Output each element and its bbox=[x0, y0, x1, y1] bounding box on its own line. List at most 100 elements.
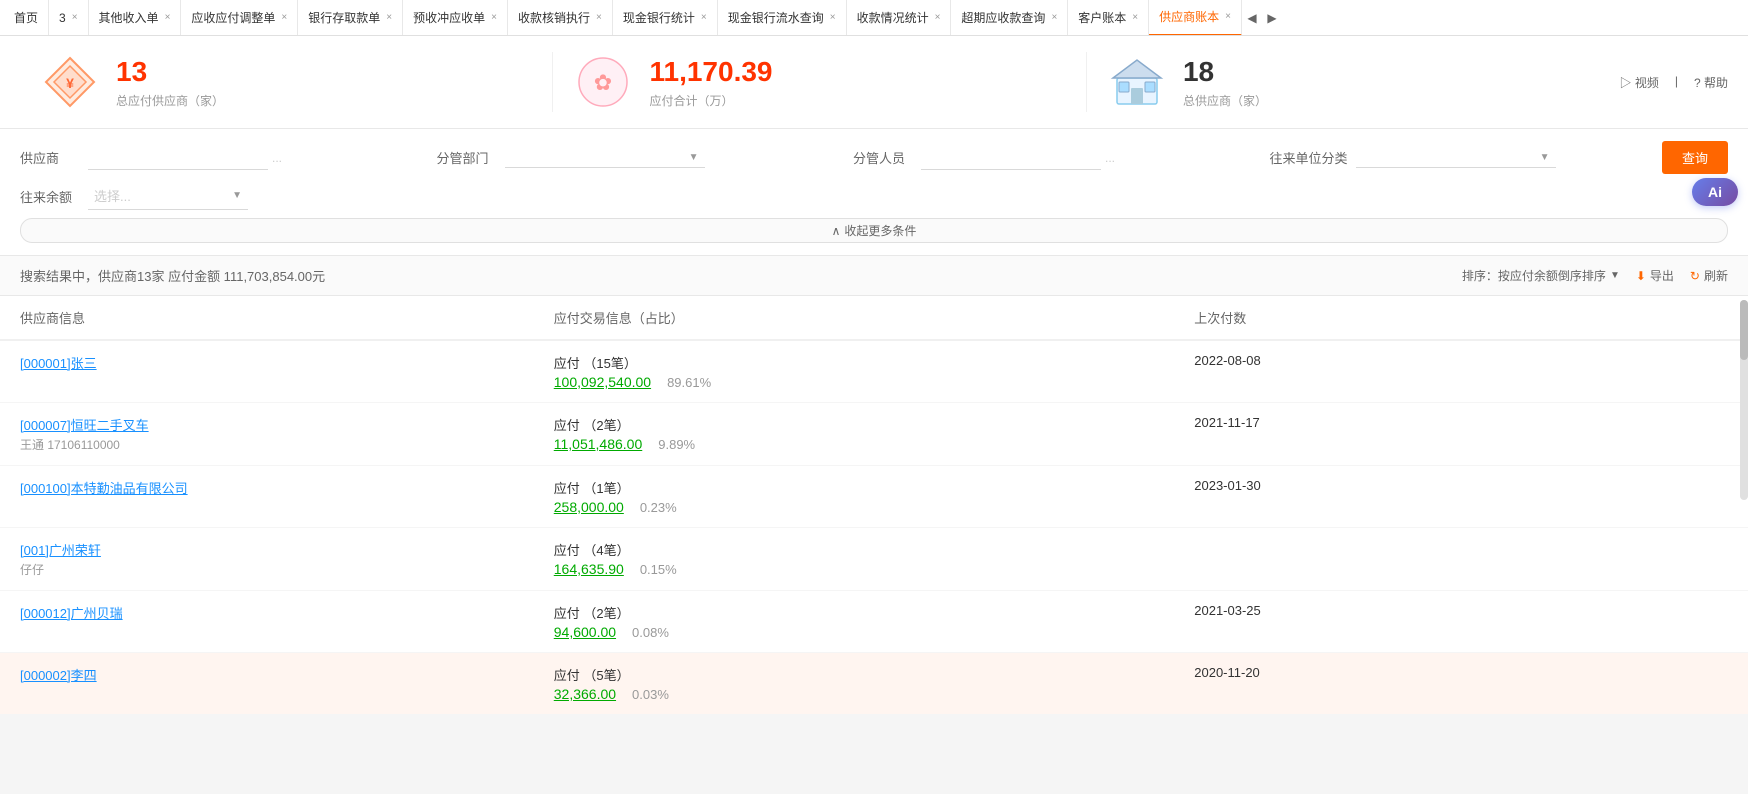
nav-tab-payable-adjust[interactable]: 应收应付调整单 × bbox=[181, 0, 298, 36]
nav-tab-other-income[interactable]: 其他收入单 × bbox=[89, 0, 182, 36]
table-row: [000007]恒旺二手叉车 王通 17106110000 应付 （2笔） 11… bbox=[0, 403, 1748, 466]
tx-amount-5[interactable]: 94,600.00 bbox=[554, 624, 616, 640]
supplier-link-1[interactable]: [000001]张三 bbox=[20, 356, 97, 371]
tx-amount-3[interactable]: 258,000.00 bbox=[554, 499, 624, 515]
supplier-link-3[interactable]: [000100]本特勤油品有限公司 bbox=[20, 481, 188, 496]
help-icon: ? bbox=[1694, 76, 1701, 90]
help-link[interactable]: ? 帮助 bbox=[1694, 74, 1728, 91]
filter-person: 分管人员 ... bbox=[853, 146, 1230, 170]
person-dots[interactable]: ... bbox=[1101, 147, 1119, 169]
collapse-button[interactable]: ∧ 收起更多条件 bbox=[20, 218, 1728, 243]
sort-button[interactable]: 排序：按应付余额倒序排序 ▼ bbox=[1462, 267, 1620, 284]
supplier-link-5[interactable]: [000012]广州贝瑞 bbox=[20, 606, 123, 621]
filter-balance: 往来余额 选择... ▼ bbox=[20, 182, 1728, 210]
supplier-link-2[interactable]: [000007]恒旺二手叉车 bbox=[20, 418, 149, 433]
close-tab-collection-stat[interactable]: × bbox=[935, 12, 941, 23]
supplier-dots[interactable]: ... bbox=[268, 147, 286, 169]
close-tab-3[interactable]: × bbox=[72, 12, 78, 23]
balance-label: 往来余额 bbox=[20, 187, 80, 206]
tx-amount-2[interactable]: 11,051,486.00 bbox=[554, 436, 643, 452]
nav-tab-collection-stat[interactable]: 收款情况统计 × bbox=[847, 0, 952, 36]
table-section: 供应商信息 应付交易信息（占比） 上次付数 [000001]张三 应付 （15笔… bbox=[0, 296, 1748, 715]
transaction-cell-3: 应付 （1笔） 258,000.00 0.23% bbox=[554, 478, 1195, 515]
supplier-label: 供应商 bbox=[20, 148, 80, 167]
tx-amount-6[interactable]: 32,366.00 bbox=[554, 686, 616, 702]
close-tab-overdue-query[interactable]: × bbox=[1051, 12, 1057, 23]
supplier-sub-2: 王通 17106110000 bbox=[20, 436, 554, 453]
payable-suppliers-label: 总应付供应商（家） bbox=[116, 92, 224, 109]
summary-info-payable-suppliers: 13 总应付供应商（家） bbox=[116, 55, 224, 110]
scrollbar-thumb[interactable] bbox=[1740, 300, 1748, 360]
close-tab-supplier-account[interactable]: × bbox=[1225, 11, 1231, 22]
balance-select[interactable]: 选择... ▼ bbox=[88, 182, 248, 210]
nav-left-arrow[interactable]: ◀ bbox=[1242, 0, 1262, 36]
video-link[interactable]: ▷ 视频 bbox=[1619, 74, 1658, 91]
person-input[interactable] bbox=[921, 146, 1101, 170]
close-tab-advance-collection[interactable]: × bbox=[491, 12, 497, 23]
close-tab-receipt-exec[interactable]: × bbox=[596, 12, 602, 23]
nav-tab-home-label: 首页 bbox=[14, 9, 38, 26]
export-label: 导出 bbox=[1650, 267, 1674, 284]
supplier-cell-2: [000007]恒旺二手叉车 王通 17106110000 bbox=[20, 415, 554, 453]
supplier-cell-6: [000002]李四 bbox=[20, 665, 554, 684]
close-tab-bank-deposit[interactable]: × bbox=[386, 12, 392, 23]
nav-tab-advance-collection[interactable]: 预收冲应收单 × bbox=[403, 0, 508, 36]
summary-card-payable-suppliers: ¥ 13 总应付供应商（家） bbox=[20, 52, 552, 112]
ai-button[interactable]: Ai bbox=[1692, 178, 1738, 206]
tx-count-5: 应付 （2笔） bbox=[554, 603, 1195, 622]
nav-tab-3[interactable]: 3 × bbox=[49, 0, 89, 36]
summary-section: ¥ 13 总应付供应商（家） ✿ 11,170.39 应付合计（万） bbox=[0, 36, 1748, 129]
tx-pct-3: 0.23% bbox=[640, 500, 677, 515]
tx-pct-4: 0.15% bbox=[640, 562, 677, 577]
nav-tab-supplier-account[interactable]: 供应商账本 × bbox=[1149, 0, 1242, 36]
filter-category: 往来单位分类 ▼ bbox=[1270, 148, 1647, 168]
nav-tab-home[interactable]: 首页 bbox=[4, 0, 49, 36]
supplier-link-6[interactable]: [000002]李四 bbox=[20, 668, 97, 683]
nav-tab-cash-bank-flow[interactable]: 现金银行流水查询 × bbox=[718, 0, 847, 36]
nav-tab-overdue-query[interactable]: 超期应收款查询 × bbox=[951, 0, 1068, 36]
nav-right-arrow[interactable]: ▶ bbox=[1262, 0, 1282, 36]
summary-card-total-suppliers: 18 总供应商（家） bbox=[1086, 52, 1619, 112]
table-header: 供应商信息 应付交易信息（占比） 上次付数 bbox=[0, 296, 1748, 341]
summary-info-total-suppliers: 18 总供应商（家） bbox=[1183, 55, 1267, 110]
tx-amount-4[interactable]: 164,635.90 bbox=[554, 561, 624, 577]
nav-tab-bank-deposit[interactable]: 银行存取款单 × bbox=[298, 0, 403, 36]
transaction-cell-4: 应付 （4笔） 164,635.90 0.15% bbox=[554, 540, 1195, 577]
tx-pct-5: 0.08% bbox=[632, 625, 669, 640]
supplier-cell-1: [000001]张三 bbox=[20, 353, 554, 372]
supplier-link-4[interactable]: [001]广州荣轩 bbox=[20, 543, 101, 558]
close-tab-cash-bank-stat[interactable]: × bbox=[701, 12, 707, 23]
lastpay-date-1: 2022-08-08 bbox=[1194, 353, 1261, 368]
search-button[interactable]: 查询 bbox=[1662, 141, 1728, 174]
dept-select[interactable]: ▼ bbox=[505, 148, 705, 168]
payable-suppliers-number: 13 bbox=[116, 55, 224, 89]
refresh-button[interactable]: ↻ 刷新 bbox=[1690, 267, 1728, 284]
close-tab-cash-bank-flow[interactable]: × bbox=[830, 12, 836, 23]
export-button[interactable]: ⬇ 导出 bbox=[1636, 267, 1674, 284]
nav-tab-payable-adjust-label: 应收应付调整单 bbox=[191, 9, 275, 26]
scrollbar[interactable] bbox=[1740, 300, 1748, 500]
nav-tab-customer-account[interactable]: 客户账本 × bbox=[1068, 0, 1149, 36]
tx-amount-1[interactable]: 100,092,540.00 bbox=[554, 374, 651, 390]
transaction-cell-2: 应付 （2笔） 11,051,486.00 9.89% bbox=[554, 415, 1195, 452]
header-last-payment: 上次付数 bbox=[1194, 308, 1514, 327]
nav-tab-cash-bank-stat[interactable]: 现金银行统计 × bbox=[613, 0, 718, 36]
category-select[interactable]: ▼ bbox=[1356, 148, 1556, 168]
nav-tab-supplier-account-label: 供应商账本 bbox=[1159, 8, 1219, 25]
nav-tab-3-label: 3 bbox=[59, 11, 66, 25]
balance-dropdown-icon: ▼ bbox=[232, 190, 242, 201]
nav-tab-receipt-exec[interactable]: 收款核销执行 × bbox=[508, 0, 613, 36]
close-tab-customer-account[interactable]: × bbox=[1132, 12, 1138, 23]
close-tab-payable-adjust[interactable]: × bbox=[281, 12, 287, 23]
star-icon: ✿ bbox=[573, 52, 633, 112]
sort-label: 排序：按应付余额倒序排序 bbox=[1462, 267, 1606, 284]
nav-tab-receipt-exec-label: 收款核销执行 bbox=[518, 9, 590, 26]
results-actions: 排序：按应付余额倒序排序 ▼ ⬇ 导出 ↻ 刷新 bbox=[1462, 267, 1728, 284]
supplier-cell-5: [000012]广州贝瑞 bbox=[20, 603, 554, 622]
lastpay-date-5: 2021-03-25 bbox=[1194, 603, 1261, 618]
close-tab-other-income[interactable]: × bbox=[165, 12, 171, 23]
help-divider: | bbox=[1675, 74, 1678, 91]
supplier-sub-4: 仔仔 bbox=[20, 561, 554, 578]
supplier-input[interactable] bbox=[88, 146, 268, 170]
category-dropdown-icon: ▼ bbox=[1540, 152, 1550, 163]
